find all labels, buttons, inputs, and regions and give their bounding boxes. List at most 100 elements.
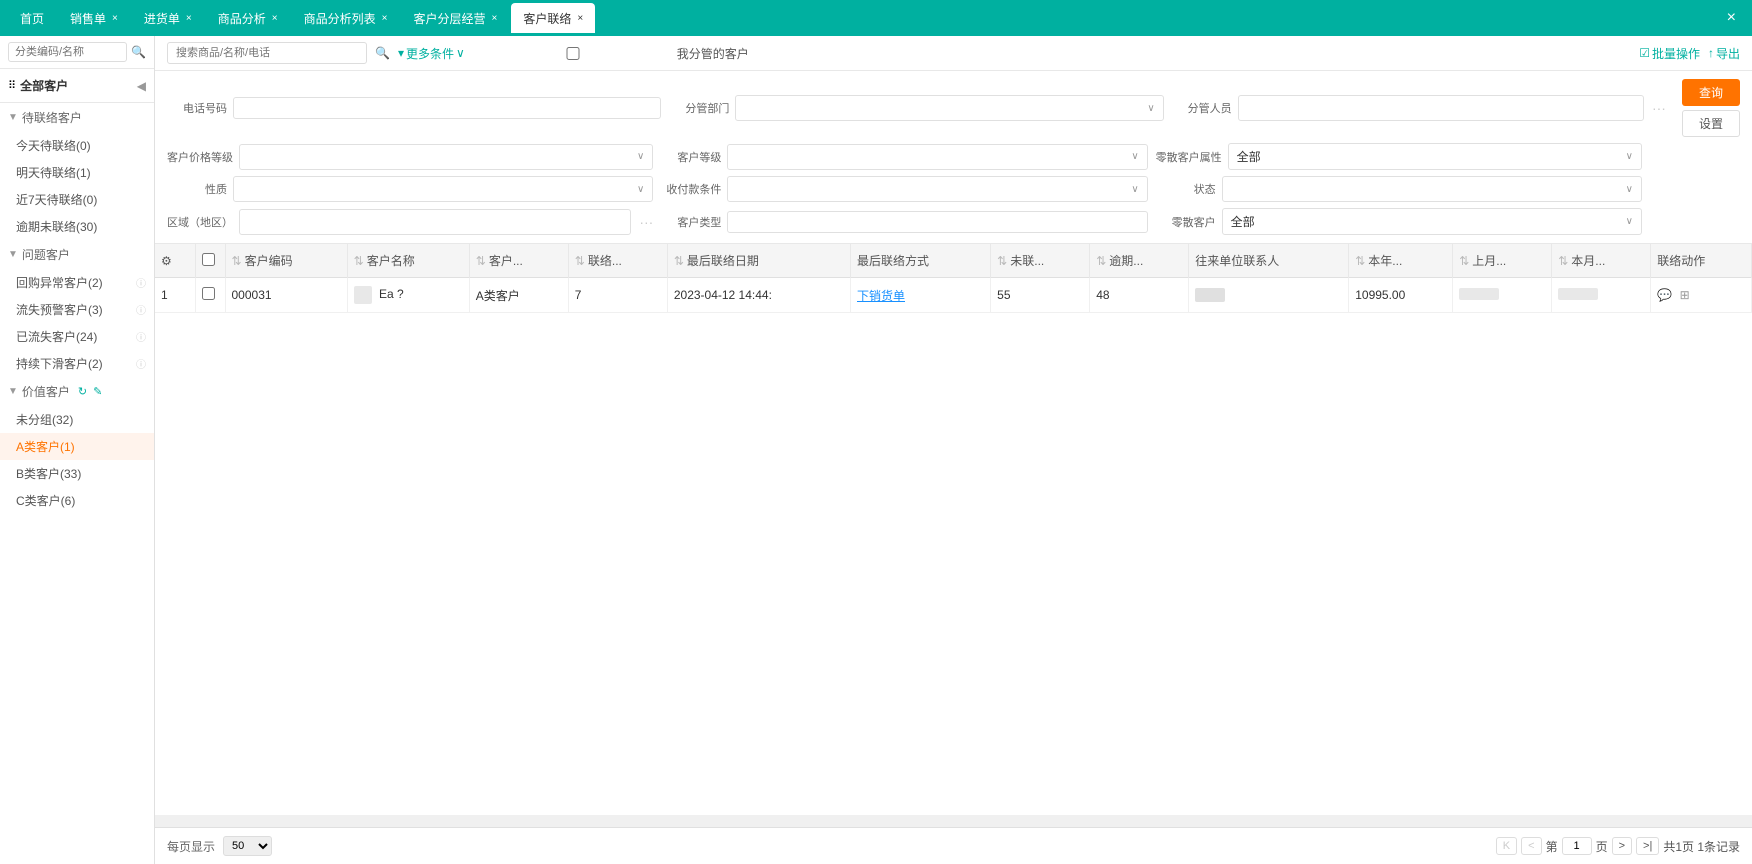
- sidebar-item-today[interactable]: 今天待联络(0): [0, 132, 154, 159]
- refresh-icon[interactable]: ↻: [78, 385, 87, 398]
- sort-icon: ⇅: [1355, 254, 1365, 268]
- filter-customer-type-label: 客户类型: [661, 214, 721, 230]
- first-page-button[interactable]: K: [1496, 837, 1517, 855]
- batch-ops-button[interactable]: ☑ 批量操作: [1639, 45, 1700, 62]
- sidebar-item-ungroup[interactable]: 未分组(32): [0, 406, 154, 433]
- horizontal-scrollbar[interactable]: [155, 815, 1752, 827]
- dept-select[interactable]: ∨: [735, 95, 1163, 121]
- search-button[interactable]: 🔍: [375, 46, 390, 60]
- status-select[interactable]: ∨: [1222, 176, 1642, 202]
- content-area: 🔍 ▾ 更多条件 ∨ 我分管的客户 ☑ 批量操作 ↑ 导出: [155, 36, 1752, 864]
- filter-scatter: 零散客户 全部 ∨: [1156, 208, 1642, 235]
- chevron-down-icon: ∨: [1626, 216, 1633, 227]
- td-code: 000031: [225, 278, 347, 313]
- last-method-link[interactable]: 下销货单: [857, 289, 905, 303]
- filter-row-1: 电话号码 分管部门 ∨ 分管人员 ···: [167, 79, 1740, 137]
- more-options-icon[interactable]: ···: [639, 214, 653, 230]
- price-level-select[interactable]: ∨: [239, 144, 653, 170]
- close-icon[interactable]: ×: [491, 13, 497, 24]
- filter-actions: 查询 设置: [1682, 79, 1740, 137]
- last-month-placeholder: [1459, 288, 1499, 300]
- customer-level-select[interactable]: ∨: [727, 144, 1147, 170]
- close-icon[interactable]: ×: [272, 13, 278, 24]
- region-select[interactable]: [239, 209, 631, 235]
- filter-nature-label: 性质: [167, 181, 227, 197]
- query-button[interactable]: 查询: [1682, 79, 1740, 106]
- export-button[interactable]: ↑ 导出: [1708, 45, 1740, 62]
- close-icon[interactable]: ×: [112, 13, 118, 24]
- edit-icon[interactable]: ✎: [93, 385, 102, 398]
- settings-button[interactable]: 设置: [1682, 110, 1740, 137]
- nav-tab-purchase[interactable]: 进货单 ×: [132, 3, 204, 33]
- filter-payment: 收付款条件 ∨: [661, 176, 1147, 202]
- search-icon[interactable]: 🔍: [131, 45, 146, 59]
- my-customers-checkbox-label[interactable]: 我分管的客户: [473, 45, 749, 62]
- th-name: ⇅ 客户名称: [347, 244, 469, 278]
- next-page-button[interactable]: >: [1612, 837, 1632, 855]
- all-customers-item[interactable]: ⠿ 全部客户 ◀: [0, 69, 154, 103]
- sidebar-item-churn-warning[interactable]: 流失预警客户(3) ⓘ: [0, 296, 154, 323]
- page-number-input[interactable]: [1562, 837, 1592, 855]
- chevron-down-icon: ∨: [456, 46, 465, 60]
- filter-price-level: 客户价格等级 ∨: [167, 144, 653, 170]
- more-filters-button[interactable]: ▾ 更多条件 ∨: [398, 45, 465, 62]
- row-checkbox[interactable]: [202, 287, 215, 300]
- filter-person-label: 分管人员: [1172, 100, 1232, 116]
- chevron-down-icon: ∨: [637, 151, 644, 162]
- last-page-button[interactable]: >|: [1636, 837, 1659, 855]
- close-icon[interactable]: ×: [186, 13, 192, 24]
- gear-icon[interactable]: ⚙: [161, 254, 172, 268]
- sidebar-item-c-class[interactable]: C类客户(6): [0, 487, 154, 514]
- sidebar-item-churned[interactable]: 已流失客户(24) ⓘ: [0, 323, 154, 350]
- person-select[interactable]: [1238, 95, 1644, 121]
- nav-home[interactable]: 首页: [8, 3, 56, 33]
- filter-scatter-attr: 零散客户属性 全部 ∨: [1156, 143, 1642, 170]
- sidebar-item-repurchase-abnormal[interactable]: 回购异常客户(2) ⓘ: [0, 269, 154, 296]
- nav-tab-customer-contact[interactable]: 客户联络 ×: [511, 3, 595, 33]
- table-header-row: ⚙ ⇅ 客户编码 ⇅: [155, 244, 1752, 278]
- my-customers-checkbox[interactable]: [473, 47, 673, 60]
- sidebar-item-a-class[interactable]: A类客户(1): [0, 433, 154, 460]
- select-all-checkbox[interactable]: [202, 253, 215, 266]
- nav-tab-customer-tier[interactable]: 客户分层经营 ×: [401, 3, 509, 33]
- sidebar-item-7days[interactable]: 近7天待联络(0): [0, 186, 154, 213]
- th-no-contact: ⇅ 未联...: [991, 244, 1090, 278]
- more-options-icon[interactable]: ···: [1652, 100, 1666, 116]
- payment-select[interactable]: ∨: [727, 176, 1147, 202]
- close-icon[interactable]: ×: [382, 13, 388, 24]
- scatter-select[interactable]: 全部 ∨: [1222, 208, 1642, 235]
- sort-icon: ⇅: [354, 254, 364, 268]
- sort-icon: ⇅: [997, 254, 1007, 268]
- phone-input[interactable]: [233, 97, 661, 119]
- scatter-attr-select[interactable]: 全部 ∨: [1228, 143, 1642, 170]
- nav-tab-analysis-list[interactable]: 商品分析列表 ×: [292, 3, 400, 33]
- sidebar-item-b-class[interactable]: B类客户(33): [0, 460, 154, 487]
- td-action: 💬 ⊞: [1651, 278, 1752, 313]
- page-size-select[interactable]: 50 100 200: [223, 836, 272, 856]
- close-icon[interactable]: ×: [577, 13, 583, 24]
- nature-select[interactable]: ∨: [233, 176, 653, 202]
- sidebar-item-tomorrow[interactable]: 明天待联络(1): [0, 159, 154, 186]
- nav-tab-sales[interactable]: 销售单 ×: [58, 3, 130, 33]
- nav-tab-analysis[interactable]: 商品分析 ×: [206, 3, 290, 33]
- customer-type-input[interactable]: [727, 211, 1147, 233]
- chevron-down-icon: ∨: [637, 184, 644, 195]
- filter-customer-level-label: 客户等级: [661, 149, 721, 165]
- td-last-month: [1453, 278, 1552, 313]
- close-all-button[interactable]: ×: [1719, 9, 1744, 27]
- action-chat-icon[interactable]: 💬: [1657, 288, 1672, 302]
- sidebar-item-declining[interactable]: 持续下滑客户(2) ⓘ: [0, 350, 154, 377]
- action-qr-icon[interactable]: ⊞: [1680, 288, 1690, 302]
- collapse-icon[interactable]: ◀: [137, 79, 146, 93]
- sort-icon: ⇅: [476, 254, 486, 268]
- filter-row-4: 区域（地区） ··· 客户类型 零散客户 全部 ∨: [167, 208, 1740, 235]
- sidebar-item-overdue[interactable]: 逾期未联络(30): [0, 213, 154, 240]
- search-input[interactable]: [167, 42, 367, 64]
- th-unit-contact: 往来单位联系人: [1189, 244, 1349, 278]
- sidebar-search-input[interactable]: [8, 42, 127, 62]
- info-icon: ⓘ: [136, 329, 146, 344]
- unit-contact-avatar: [1195, 288, 1225, 302]
- filter-scatter-attr-label: 零散客户属性: [1156, 149, 1222, 165]
- filter-scatter-label: 零散客户: [1156, 214, 1216, 230]
- prev-page-button[interactable]: <: [1521, 837, 1541, 855]
